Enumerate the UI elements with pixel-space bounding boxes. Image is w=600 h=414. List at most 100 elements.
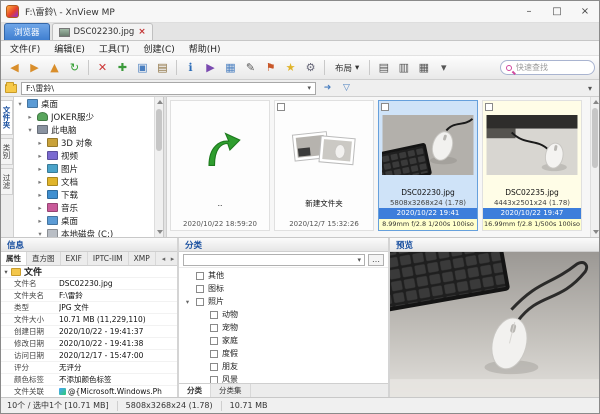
- browser-scrollbar[interactable]: [590, 97, 599, 237]
- layout-dropdown[interactable]: 布局 ▾: [329, 58, 365, 77]
- category-checkbox[interactable]: [196, 284, 204, 293]
- expander-icon[interactable]: ▾: [183, 298, 192, 306]
- tree-item-3d-objects[interactable]: ▸ 3D 对象: [14, 136, 163, 149]
- category-checkbox[interactable]: [210, 349, 218, 358]
- expander-icon[interactable]: ▸: [36, 165, 44, 173]
- settings-icon[interactable]: ⚙: [301, 58, 320, 77]
- category-family[interactable]: 家庭: [179, 334, 388, 347]
- close-button[interactable]: ×: [571, 1, 599, 22]
- category-checkbox[interactable]: [210, 310, 218, 319]
- category-checkbox[interactable]: [210, 362, 218, 371]
- move-icon[interactable]: ▤: [153, 58, 172, 77]
- expander-icon[interactable]: ▾: [16, 100, 24, 108]
- thumbnail-dsc02235[interactable]: DSC02235.jpg 4443x2501x24 (1.78) 2020/10…: [482, 100, 582, 231]
- tree-item-desktop-folder[interactable]: ▸ 桌面: [14, 214, 163, 227]
- thumbnail-checkbox[interactable]: [381, 103, 389, 111]
- category-pets[interactable]: 宠物: [179, 321, 388, 334]
- expander-icon[interactable]: ▾: [36, 230, 44, 238]
- filmstrip-view-icon[interactable]: ▥: [394, 58, 413, 77]
- back-icon[interactable]: ◀: [5, 58, 24, 77]
- forward-icon[interactable]: ▶: [25, 58, 44, 77]
- expander-icon[interactable]: ▸: [26, 113, 34, 121]
- category-landscape[interactable]: 风景: [179, 373, 388, 383]
- tab-histogram[interactable]: 直方图: [27, 252, 61, 265]
- category-checkbox[interactable]: [196, 271, 204, 280]
- scroll-up-icon[interactable]: [155, 97, 163, 106]
- tree-item-music[interactable]: ▸ 音乐: [14, 201, 163, 214]
- up-icon[interactable]: ▲: [45, 58, 64, 77]
- more-options-button[interactable]: …: [368, 253, 384, 266]
- tree-item-local-disk-c[interactable]: ▾ 本地磁盘 (C:): [14, 227, 163, 237]
- thumbnail-dsc02230[interactable]: DSC02230.jpg 5808x3268x24 (1.78) 2020/10…: [378, 100, 478, 231]
- tab-scroll-left-icon[interactable]: ◂: [159, 252, 168, 265]
- category-filter-combobox[interactable]: ▾: [183, 253, 365, 266]
- category-checkbox[interactable]: [210, 323, 218, 332]
- category-animals[interactable]: 动物: [179, 308, 388, 321]
- menu-create[interactable]: 创建(C): [136, 42, 181, 55]
- scroll-down-icon[interactable]: [591, 228, 599, 237]
- new-folder-icon[interactable]: ✚: [113, 58, 132, 77]
- minimize-button[interactable]: –: [515, 1, 543, 22]
- maximize-button[interactable]: □: [543, 1, 571, 22]
- star-icon[interactable]: ★: [281, 58, 300, 77]
- scrollbar-thumb[interactable]: [592, 108, 598, 168]
- tab-browser[interactable]: 浏览器: [4, 23, 50, 40]
- tab-category-sets[interactable]: 分类集: [211, 384, 251, 397]
- quick-search-box[interactable]: [500, 60, 595, 75]
- category-checkbox[interactable]: [210, 336, 218, 345]
- tab-properties[interactable]: 属性: [1, 252, 27, 265]
- category-photos[interactable]: ▾ 照片: [179, 295, 388, 308]
- category-vacation[interactable]: 度假: [179, 347, 388, 360]
- filter-icon[interactable]: ▽: [339, 81, 354, 95]
- thumbnail-new-folder[interactable]: 新建文件夹 2020/12/7 15:32:26: [274, 100, 374, 231]
- expander-icon[interactable]: ▸: [36, 152, 44, 160]
- path-combobox[interactable]: F:\雷鈴\ ▾: [21, 81, 316, 95]
- side-tab-filter[interactable]: 过滤: [1, 167, 13, 195]
- side-tab-folders[interactable]: 文件夹: [1, 100, 13, 135]
- expander-icon[interactable]: ▾: [1, 268, 11, 276]
- refresh-icon[interactable]: ↻: [65, 58, 84, 77]
- menu-edit[interactable]: 编辑(E): [47, 42, 92, 55]
- tree-item-downloads[interactable]: ▸ 下载: [14, 188, 163, 201]
- side-tab-categories[interactable]: 类别: [1, 137, 13, 165]
- tree-item-documents[interactable]: ▸ 文档: [14, 175, 163, 188]
- expander-icon[interactable]: ▾: [26, 126, 34, 134]
- edit-icon[interactable]: ✎: [241, 58, 260, 77]
- tab-iptc[interactable]: IPTC-IIM: [88, 252, 129, 265]
- thumbnail-parent-dir[interactable]: .. 2020/10/22 18:59:20: [170, 100, 270, 231]
- tab-categories[interactable]: 分类: [179, 384, 211, 397]
- tree-scrollbar[interactable]: [154, 97, 163, 237]
- menu-tools[interactable]: 工具(T): [92, 42, 137, 55]
- tab-exif[interactable]: EXIF: [61, 252, 88, 265]
- category-icons[interactable]: 图标: [179, 282, 388, 295]
- category-checkbox[interactable]: [196, 297, 204, 306]
- slideshow-icon[interactable]: ▶: [201, 58, 220, 77]
- category-other[interactable]: 其他: [179, 269, 388, 282]
- compare-icon[interactable]: ▦: [221, 58, 240, 77]
- go-icon[interactable]: ➜: [320, 81, 335, 95]
- expander-icon[interactable]: ▸: [36, 139, 44, 147]
- scroll-down-icon[interactable]: [155, 228, 163, 237]
- view-options-caret-icon[interactable]: ▾: [434, 58, 453, 77]
- panel-menu-caret-icon[interactable]: ▾: [585, 84, 595, 93]
- tab-scroll-right-icon[interactable]: ▸: [168, 252, 177, 265]
- scroll-up-icon[interactable]: [591, 97, 599, 106]
- category-friends[interactable]: 朋友: [179, 360, 388, 373]
- search-input[interactable]: [516, 63, 589, 72]
- expander-icon[interactable]: ▸: [36, 191, 44, 199]
- expander-icon[interactable]: ▸: [36, 204, 44, 212]
- tree-item-videos[interactable]: ▸ 视频: [14, 149, 163, 162]
- expander-icon[interactable]: ▸: [36, 178, 44, 186]
- menu-file[interactable]: 文件(F): [3, 42, 47, 55]
- category-checkbox[interactable]: [210, 375, 218, 383]
- tree-item-user[interactable]: ▸ JOKER服少: [14, 110, 163, 123]
- scrollbar-thumb[interactable]: [156, 109, 162, 151]
- delete-icon[interactable]: ✕: [93, 58, 112, 77]
- info-icon[interactable]: ℹ: [181, 58, 200, 77]
- menu-help[interactable]: 帮助(H): [182, 42, 228, 55]
- tab-xmp[interactable]: XMP: [129, 252, 156, 265]
- tag-icon[interactable]: ⚑: [261, 58, 280, 77]
- expander-icon[interactable]: ▸: [36, 217, 44, 225]
- tree-item-this-pc[interactable]: ▾ 此电脑: [14, 123, 163, 136]
- thumbnail-checkbox[interactable]: [485, 103, 493, 111]
